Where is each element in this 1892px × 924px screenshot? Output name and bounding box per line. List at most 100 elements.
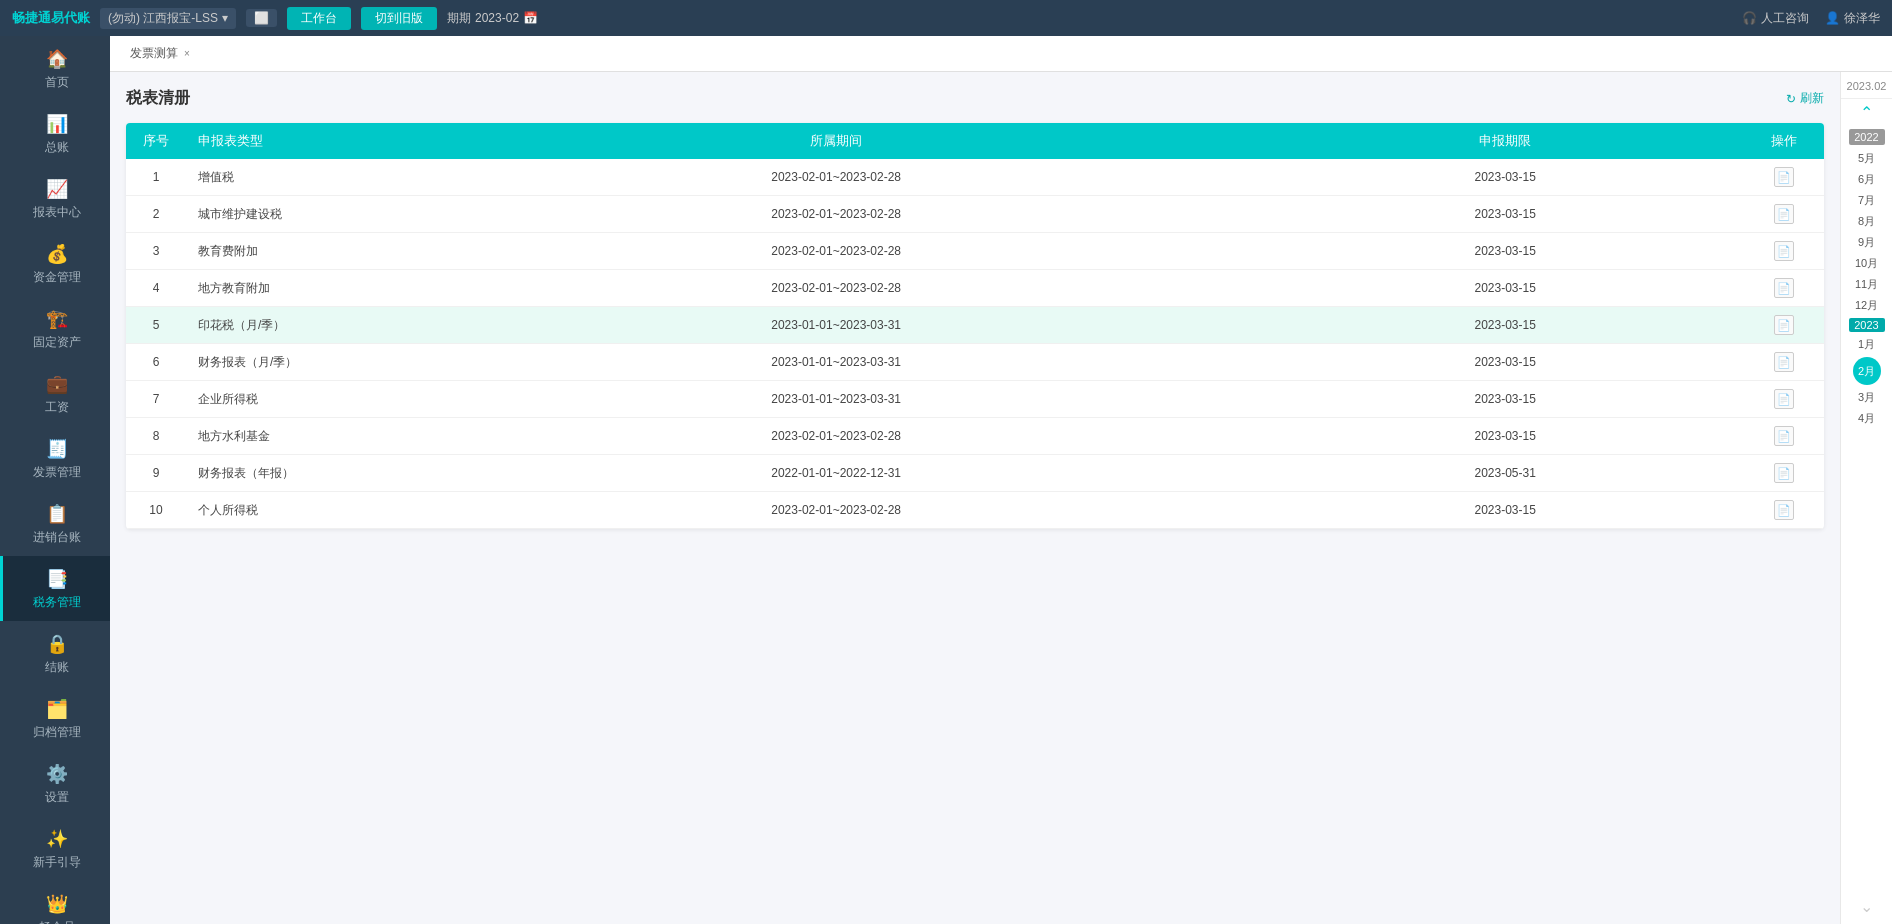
action-icon-4[interactable]: 📄	[1774, 278, 1794, 298]
cell-period: 2023-02-01~2023-02-28	[406, 270, 1266, 307]
sidebar-item-purchase-sales[interactable]: 📋进销台账	[0, 491, 110, 556]
rp-month-2022-12月[interactable]: 12月	[1849, 295, 1885, 316]
scroll-up-icon[interactable]: ⌃	[1856, 99, 1877, 126]
rp-month-2023-3月[interactable]: 3月	[1849, 387, 1885, 408]
cell-period: 2023-02-01~2023-02-28	[406, 418, 1266, 455]
action-icon-2[interactable]: 📄	[1774, 204, 1794, 224]
action-icon-6[interactable]: 📄	[1774, 352, 1794, 372]
sidebar-item-label: 发票管理	[33, 464, 81, 481]
calendar-icon[interactable]: 📅	[523, 11, 538, 25]
tax-mgmt-icon: 📑	[46, 568, 68, 590]
action-icon-10[interactable]: 📄	[1774, 500, 1794, 520]
sidebar-item-label: 固定资产	[33, 334, 81, 351]
action-icon-9[interactable]: 📄	[1774, 463, 1794, 483]
purchase-sales-icon: 📋	[46, 503, 68, 525]
sidebar-item-settings[interactable]: ⚙️设置	[0, 751, 110, 816]
action-icon-8[interactable]: 📄	[1774, 426, 1794, 446]
sidebar-item-tax-mgmt[interactable]: 📑税务管理	[0, 556, 110, 621]
cell-action: 📄	[1744, 196, 1824, 233]
sidebar-item-invoice-mgmt[interactable]: 🧾发票管理	[0, 426, 110, 491]
copy-icon-btn[interactable]: ⬜	[246, 9, 277, 27]
rp-month-2022-9月[interactable]: 9月	[1849, 232, 1885, 253]
action-icon-1[interactable]: 📄	[1774, 167, 1794, 187]
cell-deadline: 2023-05-31	[1266, 455, 1744, 492]
cell-deadline: 2023-03-15	[1266, 159, 1744, 196]
cell-type: 印花税（月/季）	[186, 307, 406, 344]
action-icon-5[interactable]: 📄	[1774, 315, 1794, 335]
tab-invoice-calc[interactable]: 发票测算×	[118, 40, 226, 68]
cell-period: 2022-01-01~2022-12-31	[406, 455, 1266, 492]
cell-period: 2023-02-01~2023-02-28	[406, 233, 1266, 270]
rp-month-2022-6月[interactable]: 6月	[1849, 169, 1885, 190]
rp-year-active[interactable]: 2023	[1849, 318, 1885, 332]
cell-period: 2023-01-01~2023-03-31	[406, 381, 1266, 418]
main-content: 税表清册 ↻ 刷新 序号 申报表类型 所属期间 申报期限 操作	[110, 72, 1840, 924]
tax-table: 序号 申报表类型 所属期间 申报期限 操作 1 增值税 2023-02-01~2…	[126, 123, 1824, 529]
cell-deadline: 2023-03-15	[1266, 344, 1744, 381]
sidebar-item-vip[interactable]: 👑畅会员	[0, 881, 110, 924]
sidebar-item-label: 工资	[45, 399, 69, 416]
sidebar-item-fixed-asset[interactable]: 🏗️ 固定资产	[0, 296, 110, 361]
sidebar-item-ledger[interactable]: 📊 总账	[0, 101, 110, 166]
col-header-type: 申报表类型	[186, 123, 406, 159]
switch-old-button[interactable]: 切到旧版	[361, 7, 437, 30]
top-bar-right: 🎧 人工咨询 👤 徐泽华	[1742, 10, 1880, 27]
col-header-action: 操作	[1744, 123, 1824, 159]
rp-month-2022-10月[interactable]: 10月	[1849, 253, 1885, 274]
refresh-button[interactable]: ↻ 刷新	[1786, 90, 1824, 107]
sidebar-item-closing[interactable]: 🔒结账	[0, 621, 110, 686]
cell-no: 5	[126, 307, 186, 344]
sidebar-item-home[interactable]: 🏠首页	[0, 36, 110, 101]
rp-month-2022-11月[interactable]: 11月	[1849, 274, 1885, 295]
rp-year-2022[interactable]: 2022	[1849, 129, 1885, 145]
tab-close-invoice-calc[interactable]: ×	[184, 48, 190, 59]
rp-month-2022-8月[interactable]: 8月	[1849, 211, 1885, 232]
cell-type: 增值税	[186, 159, 406, 196]
rp-month-2023-2月[interactable]: 2月	[1853, 357, 1881, 385]
action-icon-3[interactable]: 📄	[1774, 241, 1794, 261]
cell-action: 📄	[1744, 270, 1824, 307]
user-menu[interactable]: 👤 徐泽华	[1825, 10, 1880, 27]
rp-month-2022-7月[interactable]: 7月	[1849, 190, 1885, 211]
rp-month-2022-5月[interactable]: 5月	[1849, 148, 1885, 169]
human-consult-btn[interactable]: 🎧 人工咨询	[1742, 10, 1809, 27]
report-icon: 📈	[46, 178, 68, 200]
tab-invoice[interactable]: 发票×	[118, 36, 226, 40]
settings-icon: ⚙️	[46, 763, 68, 785]
sidebar-item-asset-mgmt[interactable]: 💰资金管理	[0, 231, 110, 296]
fixed-asset-icon: 🏗️	[46, 308, 68, 330]
scroll-down-icon[interactable]: ⌄	[1856, 893, 1877, 920]
workspace-button[interactable]: 工作台	[287, 7, 351, 30]
cell-no: 6	[126, 344, 186, 381]
page-header: 税表清册 ↻ 刷新	[126, 88, 1824, 109]
sidebar-item-label: 首页	[45, 74, 69, 91]
user-name: 徐泽华	[1844, 10, 1880, 27]
cell-type: 地方教育附加	[186, 270, 406, 307]
cell-deadline: 2023-03-15	[1266, 492, 1744, 529]
cell-period: 2023-02-01~2023-02-28	[406, 159, 1266, 196]
period-value: 2023-02	[475, 11, 519, 25]
action-icon-7[interactable]: 📄	[1774, 389, 1794, 409]
table-row: 1 增值税 2023-02-01~2023-02-28 2023-03-15 📄	[126, 159, 1824, 196]
cell-action: 📄	[1744, 455, 1824, 492]
sidebar-item-guide[interactable]: ✨新手引导	[0, 816, 110, 881]
table-row: 9 财务报表（年报） 2022-01-01~2022-12-31 2023-05…	[126, 455, 1824, 492]
cell-deadline: 2023-03-15	[1266, 233, 1744, 270]
company-selector[interactable]: (勿动) 江西报宝-LSS ▾	[100, 8, 236, 29]
page-title: 税表清册	[126, 88, 190, 109]
sidebar-item-report[interactable]: 📈报表中心	[0, 166, 110, 231]
table-row: 4 地方教育附加 2023-02-01~2023-02-28 2023-03-1…	[126, 270, 1824, 307]
rp-month-2023-4月[interactable]: 4月	[1849, 408, 1885, 429]
cell-action: 📄	[1744, 159, 1824, 196]
col-header-deadline: 申报期限	[1266, 123, 1744, 159]
sidebar-item-archive[interactable]: 🗂️归档管理	[0, 686, 110, 751]
rp-month-2023-1月[interactable]: 1月	[1849, 334, 1885, 355]
sidebar-item-label: 总账	[45, 139, 69, 156]
cell-no: 9	[126, 455, 186, 492]
cell-type: 财务报表（年报）	[186, 455, 406, 492]
cell-no: 3	[126, 233, 186, 270]
sidebar-item-label: 结账	[45, 659, 69, 676]
sidebar-item-salary[interactable]: 💼工资	[0, 361, 110, 426]
ledger-icon: 📊	[46, 113, 68, 135]
cell-no: 7	[126, 381, 186, 418]
